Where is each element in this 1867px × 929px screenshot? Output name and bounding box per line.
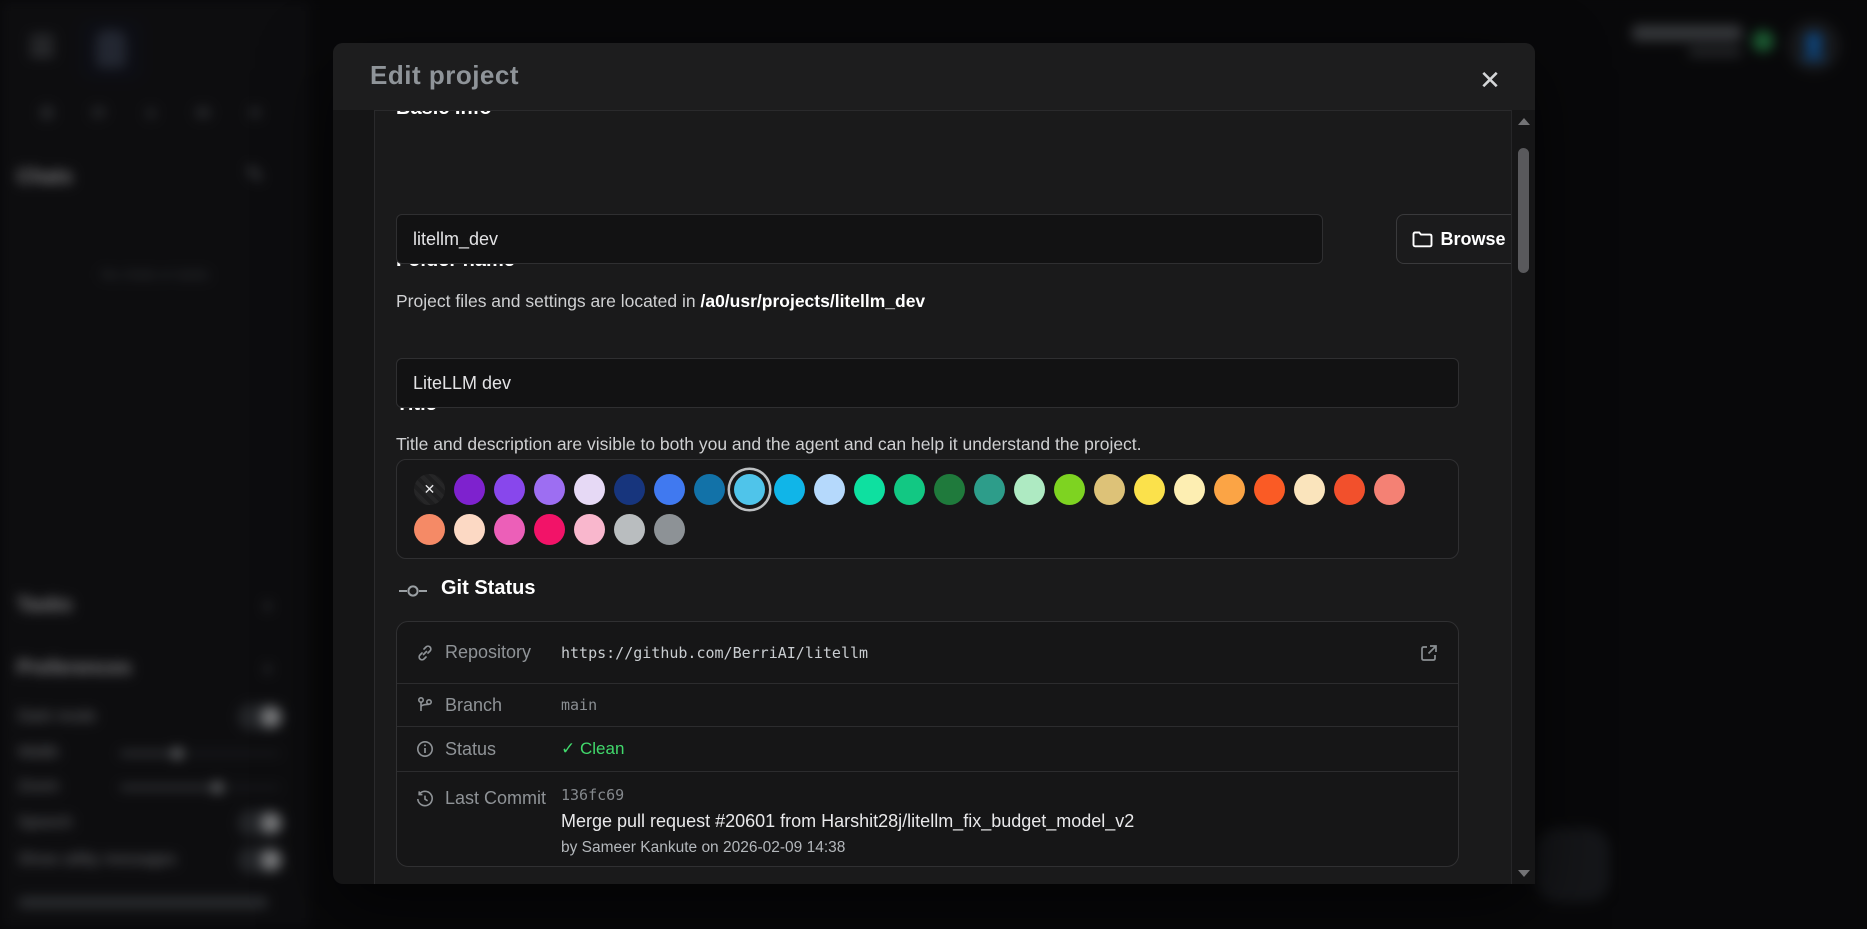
color-swatch[interactable] <box>414 514 445 545</box>
color-swatch[interactable] <box>1054 474 1085 505</box>
color-picker: ✕ <box>396 459 1459 559</box>
commit-hash: 136fc69 <box>561 786 1134 804</box>
folder-path: /a0/usr/projects/litellm_dev <box>700 291 925 311</box>
branch-row: Branch main <box>397 684 1458 726</box>
status-row: Status ✓ Clean <box>397 727 1458 771</box>
project-title-input[interactable] <box>396 358 1459 408</box>
color-swatch[interactable] <box>654 514 685 545</box>
color-swatch-none[interactable]: ✕ <box>414 474 445 505</box>
status-label-group: Status <box>397 739 561 760</box>
color-swatch[interactable] <box>574 514 605 545</box>
modal-header: Edit project ✕ <box>333 43 1535 110</box>
color-swatch[interactable] <box>494 474 525 505</box>
color-swatch[interactable] <box>614 474 645 505</box>
color-swatch[interactable] <box>974 474 1005 505</box>
color-swatch[interactable] <box>854 474 885 505</box>
browse-button[interactable]: Browse <box>1396 214 1511 264</box>
color-swatch[interactable] <box>1214 474 1245 505</box>
color-swatch[interactable] <box>534 474 565 505</box>
color-swatch[interactable] <box>574 474 605 505</box>
app-screen: ⚙ ⟳ ≡ ✉ ✕ Chats ✎ No chats or tasks Task… <box>0 0 1867 929</box>
color-swatch[interactable] <box>934 474 965 505</box>
modal-scroll-area: Basic Info Folder name Project files and… <box>374 110 1511 884</box>
color-swatch[interactable] <box>454 474 485 505</box>
repository-url: https://github.com/BerriAI/litellm <box>561 644 868 662</box>
color-swatch[interactable] <box>1014 474 1045 505</box>
color-swatch[interactable] <box>1374 474 1405 505</box>
repository-label: Repository <box>445 642 531 663</box>
repository-label-group: Repository <box>397 642 561 663</box>
branch-label: Branch <box>445 695 502 716</box>
color-swatch[interactable] <box>1294 474 1325 505</box>
git-status-panel: Repository https://github.com/BerriAI/li… <box>396 621 1459 867</box>
color-swatch[interactable] <box>534 514 565 545</box>
browse-button-label: Browse <box>1440 229 1505 250</box>
modal-scrollbar[interactable] <box>1511 110 1535 884</box>
scroll-down-arrow[interactable] <box>1518 870 1530 877</box>
color-swatch[interactable] <box>774 474 805 505</box>
check-icon: ✓ <box>561 739 575 758</box>
commit-byline: by Sameer Kankute on 2026-02-09 14:38 <box>561 839 1134 857</box>
git-clean-status: ✓ Clean <box>561 739 624 759</box>
git-branch-icon <box>415 696 435 714</box>
color-swatch[interactable] <box>1094 474 1125 505</box>
folder-description: Project files and settings are located i… <box>396 291 925 312</box>
color-swatch[interactable] <box>614 514 645 545</box>
color-swatch[interactable] <box>734 474 765 505</box>
external-link-icon <box>1418 642 1440 664</box>
close-button[interactable]: ✕ <box>1473 63 1507 97</box>
title-description: Title and description are visible to bot… <box>396 434 1142 455</box>
edit-project-modal: Edit project ✕ Basic Info Folder name Pr… <box>333 43 1535 884</box>
color-row-2 <box>414 514 685 545</box>
open-repository-button[interactable] <box>1418 642 1440 664</box>
last-commit-label-group: Last Commit <box>397 788 561 809</box>
folder-icon <box>1412 231 1433 248</box>
git-commit-icon <box>399 583 429 599</box>
color-swatch[interactable] <box>1134 474 1165 505</box>
last-commit-label: Last Commit <box>445 788 546 809</box>
link-icon <box>415 644 435 662</box>
folder-name-input[interactable] <box>396 214 1323 264</box>
color-swatch[interactable] <box>494 514 525 545</box>
color-swatch[interactable] <box>694 474 725 505</box>
color-swatch[interactable] <box>1174 474 1205 505</box>
color-swatch[interactable] <box>454 514 485 545</box>
color-row-1: ✕ <box>414 474 1405 505</box>
branch-name: main <box>561 696 597 714</box>
color-swatch[interactable] <box>1334 474 1365 505</box>
branch-label-group: Branch <box>397 695 561 716</box>
git-status-heading: Git Status <box>441 577 535 600</box>
color-swatch[interactable] <box>654 474 685 505</box>
modal-title: Edit project <box>370 60 519 91</box>
scroll-up-arrow[interactable] <box>1518 118 1530 125</box>
color-swatch[interactable] <box>894 474 925 505</box>
color-swatch[interactable] <box>814 474 845 505</box>
info-icon <box>415 740 435 758</box>
repository-row: Repository https://github.com/BerriAI/li… <box>397 622 1458 683</box>
scrollbar-thumb[interactable] <box>1518 148 1529 273</box>
status-label: Status <box>445 739 496 760</box>
color-swatch[interactable] <box>1254 474 1285 505</box>
folder-description-prefix: Project files and settings are located i… <box>396 291 700 311</box>
last-commit-row: Last Commit 136fc69 Merge pull request #… <box>397 772 1458 867</box>
basic-info-heading: Basic Info <box>396 110 492 120</box>
history-icon <box>415 790 435 808</box>
commit-message: Merge pull request #20601 from Harshit28… <box>561 811 1134 832</box>
status-value: Clean <box>580 739 624 758</box>
